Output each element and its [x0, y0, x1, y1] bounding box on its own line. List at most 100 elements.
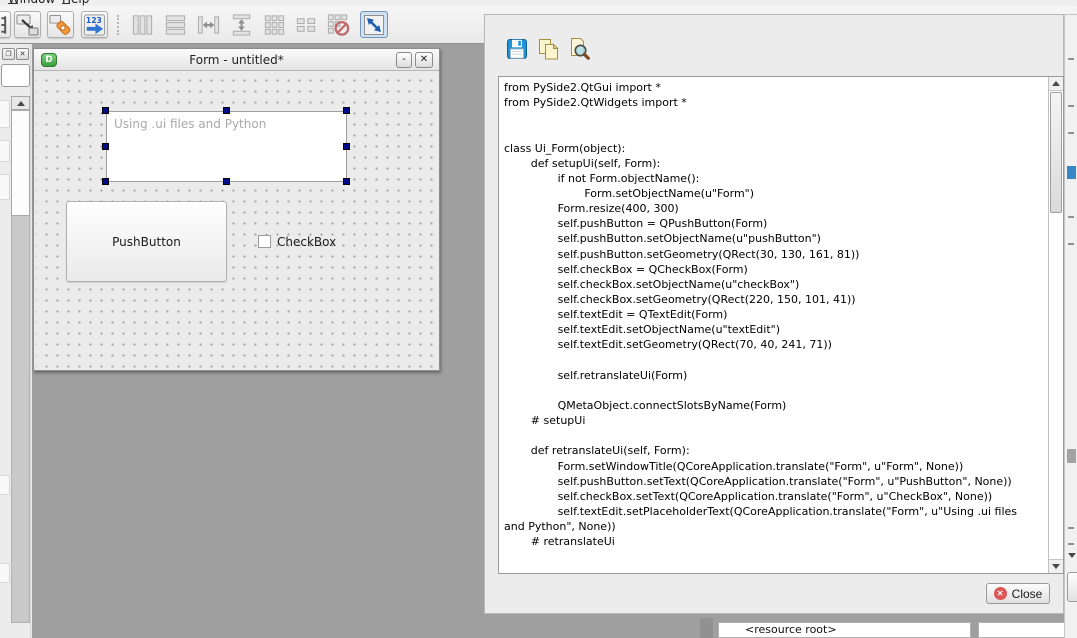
toolbar-button-layout-form[interactable]: [293, 11, 320, 38]
toolbar-button-layout-vertical[interactable]: [162, 11, 189, 38]
toolbar-button-edit-buddies[interactable]: [47, 11, 74, 38]
panel-edge-mark: [1068, 243, 1074, 245]
textedit-placeholder: Using .ui files and Python: [107, 112, 346, 136]
property-panel-edge: [1064, 14, 1077, 638]
save-button[interactable]: [503, 35, 531, 63]
code-line: # setupUi: [504, 413, 1048, 428]
widget-box-scrollbar-thumb[interactable]: [11, 110, 30, 216]
toolbar-button-splitter-vertical[interactable]: [228, 11, 255, 38]
selection-handle-bottom-center[interactable]: [223, 178, 230, 185]
copy-icon: [537, 38, 560, 61]
background-scroll-block: [700, 618, 713, 638]
code-line: self.textEdit.setObjectName(u"textEdit"): [504, 322, 1048, 337]
dock-close-button[interactable]: ✕: [16, 48, 29, 60]
resource-root-item[interactable]: <resource root>: [719, 623, 837, 637]
toolbar-button-edit-signals-slots[interactable]: [14, 11, 41, 38]
save-icon: [506, 38, 528, 60]
widget-box-item[interactable]: [0, 174, 10, 200]
code-scrollbar[interactable]: [1048, 77, 1063, 573]
toolbar-button-layout-grid[interactable]: [261, 11, 288, 38]
arrow-up-icon: [1052, 81, 1060, 86]
form-canvas[interactable]: Using .ui files and Python PushButton Ch…: [36, 71, 437, 368]
code-line: def retranslateUi(self, Form):: [504, 443, 1048, 458]
toolbar-button-splitter-horizontal[interactable]: [195, 11, 222, 38]
code-line: Form.resize(400, 300): [504, 201, 1048, 216]
toolbar-button-layout-horizontal[interactable]: [129, 11, 156, 38]
selection-handle-middle-right[interactable]: [343, 143, 350, 150]
break-layout-icon: [326, 12, 351, 38]
form-window-title: Form - untitled*: [34, 53, 439, 67]
widget-box-scroll-up-button[interactable]: [11, 96, 30, 110]
code-line: self.textEdit.setPlaceholderText(QCoreAp…: [504, 504, 1048, 519]
menu-window-accel: [8, 3, 18, 4]
menu-help-accel: [62, 3, 70, 4]
selection-handle-top-left[interactable]: [102, 107, 109, 114]
code-line: self.textEdit.setGeometry(QRect(70, 40, …: [504, 337, 1048, 352]
code-line: # retranslateUi: [504, 534, 1048, 549]
panel-edge-mark: [1068, 132, 1074, 134]
toolbar-button-edit-widgets[interactable]: [0, 11, 11, 38]
widget-box-panel: ❐ ✕: [0, 44, 31, 638]
selection-handle-bottom-right[interactable]: [343, 178, 350, 185]
find-button[interactable]: [565, 35, 593, 63]
code-line: def setupUi(self, Form):: [504, 156, 1048, 171]
panel-edge-mark: [1068, 105, 1074, 107]
panel-edge-mark: [1068, 58, 1074, 60]
scroll-down-button[interactable]: [1049, 559, 1063, 573]
panel-edge-mark: [1068, 216, 1074, 218]
toolbar-button-adjust-size[interactable]: [360, 11, 388, 38]
code-line: Form.setWindowTitle(QCoreApplication.tra…: [504, 459, 1048, 474]
splitter-vertical-icon: [229, 12, 254, 38]
panel-edge-mark: [1068, 543, 1074, 545]
scroll-up-button[interactable]: [1049, 77, 1063, 91]
close-button[interactable]: ✕ Close: [986, 583, 1050, 604]
resource-browser-list[interactable]: <resource root>: [718, 622, 971, 638]
widget-box-item[interactable]: [0, 475, 10, 495]
edit-signals-slots-icon: [15, 12, 40, 37]
form-window-titlebar[interactable]: Form - untitled* D - ✕: [34, 49, 439, 71]
code-line: self.textEdit = QTextEdit(Form): [504, 307, 1048, 322]
copy-button[interactable]: [534, 35, 562, 63]
adjust-size-icon: [361, 12, 387, 38]
form-minimize-button[interactable]: -: [396, 52, 412, 68]
dock-float-button[interactable]: ❐: [2, 48, 15, 60]
code-line: [504, 110, 1048, 125]
panel-edge-selection-mark: [1067, 166, 1076, 179]
code-line: self.pushButton.setText(QCoreApplication…: [504, 474, 1048, 489]
layout-vertical-icon: [163, 12, 188, 38]
code-preview-dialog: from PySide2.QtGui import *from PySide2.…: [484, 14, 1064, 614]
toolbar-button-break-layout[interactable]: [325, 11, 352, 38]
widget-filter-input[interactable]: [1, 64, 30, 87]
close-icon: ✕: [994, 587, 1007, 600]
form-close-button[interactable]: ✕: [415, 52, 433, 68]
code-line: self.retranslateUi(Form): [504, 368, 1048, 383]
selection-handle-top-center[interactable]: [223, 107, 230, 114]
code-line: Form.setObjectName(u"Form"): [504, 186, 1048, 201]
checkbox-indicator[interactable]: [258, 235, 271, 248]
code-line: self.checkBox.setGeometry(QRect(220, 150…: [504, 292, 1048, 307]
widget-box-item[interactable]: [0, 563, 10, 583]
arrow-up-icon: [17, 101, 25, 106]
selection-handle-bottom-left[interactable]: [102, 178, 109, 185]
code-lines: from PySide2.QtGui import *from PySide2.…: [499, 77, 1048, 573]
edit-buddies-icon: [48, 12, 73, 38]
partial-button[interactable]: [1067, 572, 1077, 602]
widget-box-item[interactable]: [0, 100, 10, 128]
close-button-label: Close: [1012, 587, 1043, 601]
generated-code-view[interactable]: from PySide2.QtGui import *from PySide2.…: [498, 76, 1064, 574]
toolbar-button-edit-tab-order[interactable]: 123: [81, 11, 108, 38]
code-scrollbar-thumb[interactable]: [1050, 92, 1062, 213]
selection-handle-top-right[interactable]: [343, 107, 350, 114]
pushbutton-widget[interactable]: PushButton: [66, 201, 227, 282]
layout-grid-icon: [262, 12, 287, 38]
code-line: [504, 353, 1048, 368]
edit-tab-order-icon: 123: [82, 12, 107, 38]
code-line: from PySide2.QtGui import *: [504, 80, 1048, 95]
textedit-widget[interactable]: Using .ui files and Python: [106, 111, 347, 182]
selection-handle-middle-left[interactable]: [102, 143, 109, 150]
widget-box-item[interactable]: [0, 140, 10, 162]
resource-browser-list-2[interactable]: [978, 622, 1077, 638]
splitter-horizontal-icon: [196, 12, 221, 38]
panel-edge-mark: [1068, 527, 1074, 529]
checkbox-widget[interactable]: CheckBox: [256, 221, 357, 262]
